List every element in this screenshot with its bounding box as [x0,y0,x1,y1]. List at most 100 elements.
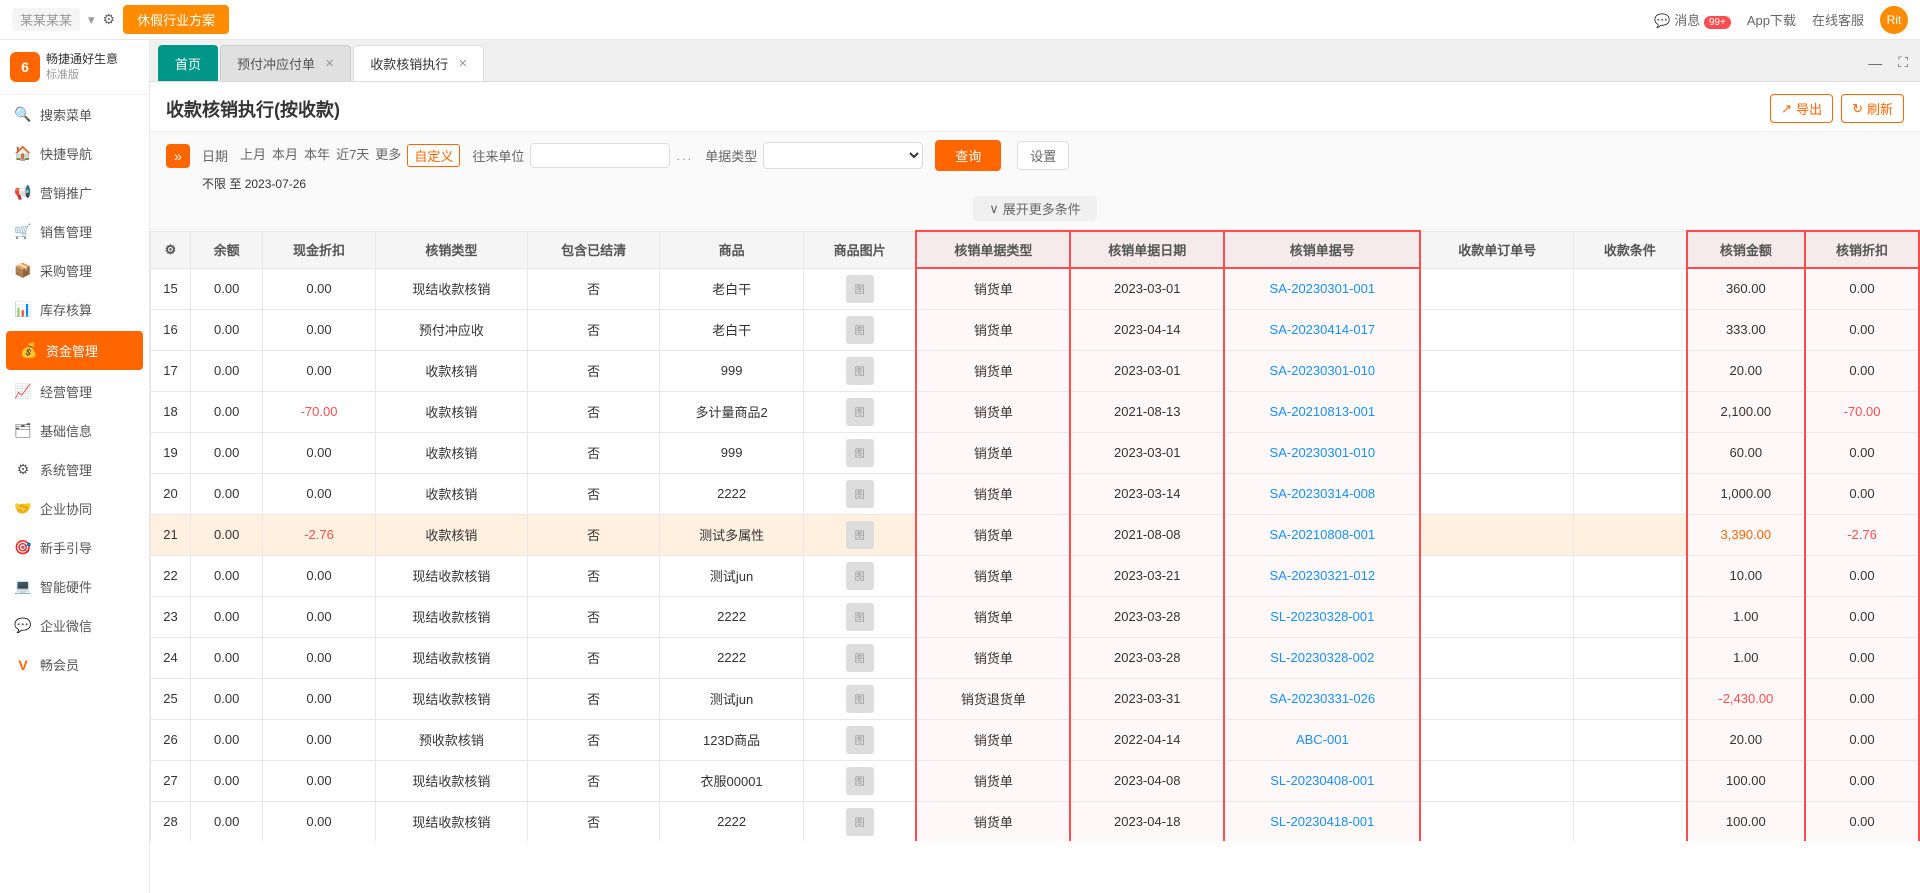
sidebar-item-marketing[interactable]: 📢 营销推广 [0,173,149,212]
write-off-no-link[interactable]: SA-20230321-012 [1270,568,1376,583]
promo-button[interactable]: 休假行业方案 [123,5,229,34]
cell-goods-img: 图 [803,432,916,473]
settings-button[interactable]: 设置 [1017,141,1069,170]
write-off-no-link[interactable]: SA-20230301-010 [1270,445,1376,460]
sidebar-item-system[interactable]: ⚙ 系统管理 [0,450,149,489]
tab-prepay-close[interactable]: ✕ [325,57,334,70]
cell-balance: 0.00 [191,309,263,350]
write-off-no-link[interactable]: SL-20230418-001 [1270,814,1374,829]
cell-balance: 0.00 [191,391,263,432]
sidebar-item-search[interactable]: 🔍 搜索菜单 [0,95,149,134]
cell-included-cleared: 否 [528,801,660,841]
cell-included-cleared: 否 [528,760,660,801]
cell-write-off-no[interactable]: SA-20230314-008 [1224,473,1420,514]
cell-write-off-no[interactable]: SA-20210813-001 [1224,391,1420,432]
app-download-link[interactable]: App下载 [1747,10,1796,29]
tab-home[interactable]: 首页 [158,45,218,81]
sidebar-item-sales[interactable]: 🛒 销售管理 [0,212,149,251]
cell-write-off-no[interactable]: SA-20230301-010 [1224,432,1420,473]
message-area[interactable]: 💬 消息 99+ [1654,10,1730,29]
shortcut-this-month[interactable]: 本月 [272,144,298,167]
shortcut-last-month[interactable]: 上月 [240,144,266,167]
write-off-no-link[interactable]: SL-20230328-002 [1270,650,1374,665]
write-off-no-link[interactable]: SL-20230408-001 [1270,773,1374,788]
write-off-no-link[interactable]: SA-20210808-001 [1270,527,1376,542]
sidebar-item-operations[interactable]: 📈 经营管理 [0,372,149,411]
tab-receipt[interactable]: 收款核销执行 ✕ [353,45,484,81]
table-wrapper[interactable]: ⚙ 余额 现金折扣 核销类型 包含已结清 商品 商品图片 核销单据类型 核销单据… [150,230,1920,841]
sidebar-label-basic: 基础信息 [40,421,92,440]
cell-write-off-no[interactable]: SA-20230321-012 [1224,555,1420,596]
write-off-no-link[interactable]: ABC-001 [1296,732,1349,747]
export-button[interactable]: ↗ 导出 [1770,94,1833,123]
table-body: 15 0.00 0.00 现结收款核销 否 老白干 图 销货单 2023-03-… [151,268,1920,841]
cell-receipt-order-no [1420,596,1573,637]
write-off-no-link[interactable]: SA-20210813-001 [1270,404,1376,419]
partner-input[interactable] [530,143,670,168]
sidebar-item-basic[interactable]: 🗂 基础信息 [0,411,149,450]
cell-write-off-no[interactable]: ABC-001 [1224,719,1420,760]
cell-write-off-no[interactable]: SA-20230301-010 [1224,350,1420,391]
shortcut-this-year[interactable]: 本年 [304,144,330,167]
cell-write-off-no[interactable]: SL-20230328-001 [1224,596,1420,637]
goods-image: 图 [846,726,874,754]
sidebar-item-corp[interactable]: 🤝 企业协同 [0,489,149,528]
cell-receipt-condition [1574,432,1687,473]
tab-receipt-close[interactable]: ✕ [458,57,467,70]
tab-prepay[interactable]: 预付冲应付单 ✕ [220,45,351,81]
cell-receipt-order-no [1420,678,1573,719]
refresh-button[interactable]: ↻ 刷新 [1841,94,1904,123]
sidebar-item-finance[interactable]: 💰 资金管理 [6,331,143,370]
cell-write-off-no[interactable]: SA-20230301-001 [1224,268,1420,309]
cell-included-cleared: 否 [528,268,660,309]
write-off-no-link[interactable]: SL-20230328-001 [1270,609,1374,624]
cell-write-off-no[interactable]: SL-20230408-001 [1224,760,1420,801]
expand-more-button[interactable]: ∨ 展开更多条件 [973,196,1097,221]
user-avatar[interactable]: Rit [1880,6,1908,34]
voucher-type-select[interactable] [763,142,923,169]
write-off-no-link[interactable]: SA-20230414-017 [1270,322,1376,337]
online-service-link[interactable]: 在线客服 [1812,10,1864,29]
cell-write-off-no[interactable]: SA-20230331-026 [1224,678,1420,719]
col-write-off-type: 核销类型 [375,231,527,268]
table-row: 20 0.00 0.00 收款核销 否 2222 图 销货单 2023-03-1… [151,473,1920,514]
cell-write-off-no[interactable]: SA-20210808-001 [1224,514,1420,555]
shortcut-custom[interactable]: 自定义 [407,144,460,167]
cell-balance: 0.00 [191,801,263,841]
cell-write-off-no[interactable]: SL-20230418-001 [1224,801,1420,841]
tab-prepay-label: 预付冲应付单 [237,54,315,73]
write-off-no-link[interactable]: SA-20230301-010 [1270,363,1376,378]
col-settings[interactable]: ⚙ [151,231,191,268]
col-write-off-amount: 核销金额 [1687,231,1805,268]
tab-minimize-button[interactable]: — [1864,51,1886,75]
cell-write-off-no[interactable]: SL-20230328-002 [1224,637,1420,678]
goods-image: 图 [846,562,874,590]
cell-receipt-order-no [1420,637,1573,678]
shortcut-more[interactable]: 更多 [375,144,401,167]
cell-write-off-no[interactable]: SA-20230414-017 [1224,309,1420,350]
query-button[interactable]: 查询 [935,140,1001,171]
company-name[interactable]: 某某某某 [12,8,80,31]
sidebar-item-hardware[interactable]: 💻 智能硬件 [0,567,149,606]
cell-goods-img: 图 [803,719,916,760]
cell-receipt-condition [1574,350,1687,391]
sidebar-item-member[interactable]: V 畅会员 [0,645,149,684]
dropdown-icon[interactable]: ▾ [88,12,95,28]
write-off-no-link[interactable]: SA-20230301-001 [1270,281,1376,296]
gear-icon[interactable]: ⚙ [103,11,116,28]
sidebar-item-purchase[interactable]: 📦 采购管理 [0,251,149,290]
write-off-no-link[interactable]: SA-20230314-008 [1270,486,1376,501]
cell-write-off-voucher-type: 销货单 [916,719,1070,760]
cell-goods: 多计量商品2 [660,391,803,432]
sidebar-item-wechat[interactable]: 💬 企业微信 [0,606,149,645]
tab-maximize-button[interactable]: ⛶ [1894,50,1912,75]
sidebar-item-inventory[interactable]: 📊 库存核算 [0,290,149,329]
sidebar-item-guide[interactable]: 🎯 新手引导 [0,528,149,567]
filter-expand-button[interactable]: » [166,144,190,168]
cell-receipt-condition [1574,391,1687,432]
cell-write-off-type: 现结收款核销 [375,760,527,801]
sidebar-item-quicknav[interactable]: 🏠 快捷导航 [0,134,149,173]
member-icon: V [14,656,32,674]
write-off-no-link[interactable]: SA-20230331-026 [1270,691,1376,706]
shortcut-7days[interactable]: 近7天 [336,144,369,167]
